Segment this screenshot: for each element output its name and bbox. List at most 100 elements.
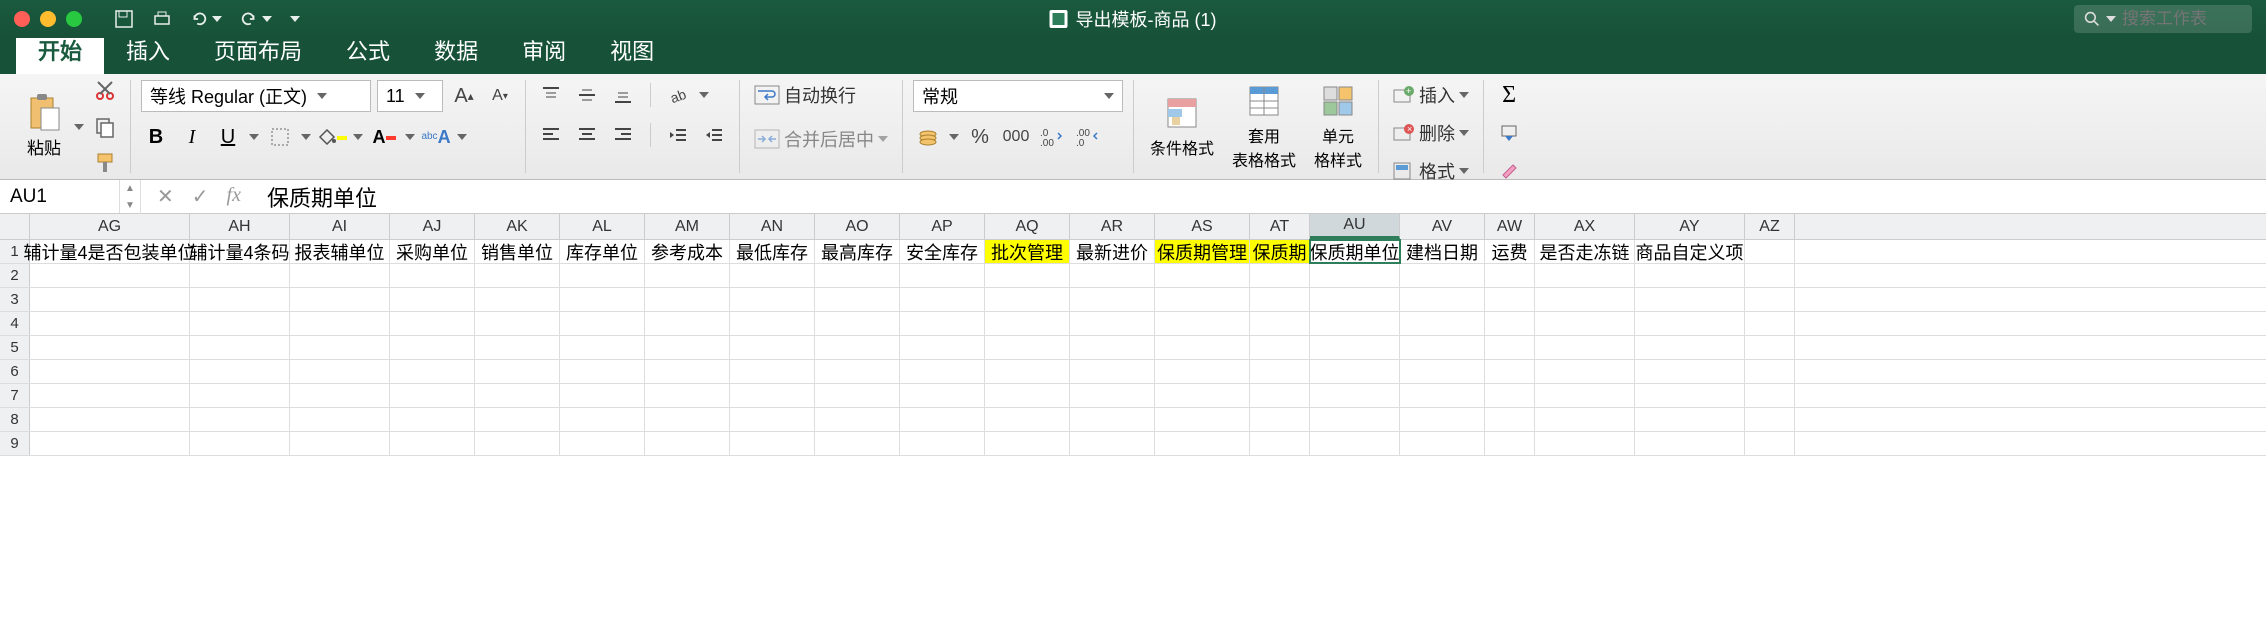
underline-dropdown-icon[interactable] bbox=[249, 134, 259, 140]
comma-icon[interactable]: 000 bbox=[1001, 122, 1031, 152]
merge-center-button[interactable]: 合并后居中 bbox=[750, 124, 892, 154]
currency-dropdown-icon[interactable] bbox=[949, 134, 959, 140]
cell[interactable] bbox=[985, 384, 1070, 407]
cell[interactable]: 运费 bbox=[1485, 240, 1535, 263]
cell[interactable] bbox=[290, 312, 390, 335]
cell[interactable] bbox=[1485, 288, 1535, 311]
cell[interactable] bbox=[1155, 432, 1250, 455]
cell[interactable] bbox=[985, 432, 1070, 455]
cell[interactable] bbox=[985, 288, 1070, 311]
cell[interactable] bbox=[1400, 336, 1485, 359]
column-header-AO[interactable]: AO bbox=[815, 214, 900, 239]
cell[interactable] bbox=[1535, 432, 1635, 455]
borders-button[interactable] bbox=[265, 122, 295, 152]
search-box[interactable] bbox=[2074, 5, 2252, 33]
cell[interactable] bbox=[560, 360, 645, 383]
table-format-button[interactable]: 套用 表格格式 bbox=[1226, 81, 1302, 173]
cell[interactable] bbox=[985, 336, 1070, 359]
cell[interactable] bbox=[475, 408, 560, 431]
row-header[interactable]: 4 bbox=[0, 312, 30, 335]
cell[interactable] bbox=[900, 360, 985, 383]
borders-dropdown-icon[interactable] bbox=[301, 134, 311, 140]
search-input[interactable] bbox=[2122, 9, 2242, 29]
phonetic-dropdown-icon[interactable] bbox=[457, 134, 467, 140]
cell[interactable]: 采购单位 bbox=[390, 240, 475, 263]
cell[interactable] bbox=[645, 360, 730, 383]
cell[interactable] bbox=[190, 336, 290, 359]
cell[interactable] bbox=[900, 432, 985, 455]
paste-dropdown-icon[interactable] bbox=[74, 124, 84, 130]
phonetic-button[interactable]: abcA bbox=[421, 122, 451, 152]
column-header-AM[interactable]: AM bbox=[645, 214, 730, 239]
cut-icon[interactable] bbox=[90, 76, 120, 106]
align-middle-icon[interactable] bbox=[572, 80, 602, 110]
column-header-AR[interactable]: AR bbox=[1070, 214, 1155, 239]
cell[interactable] bbox=[815, 432, 900, 455]
cell[interactable] bbox=[645, 408, 730, 431]
cell[interactable] bbox=[290, 408, 390, 431]
cell[interactable] bbox=[1310, 288, 1400, 311]
cell[interactable] bbox=[30, 360, 190, 383]
column-header-AI[interactable]: AI bbox=[290, 214, 390, 239]
column-header-AL[interactable]: AL bbox=[560, 214, 645, 239]
cell[interactable] bbox=[390, 408, 475, 431]
cell[interactable] bbox=[1250, 384, 1310, 407]
cell[interactable] bbox=[815, 336, 900, 359]
cell[interactable] bbox=[1400, 384, 1485, 407]
cell[interactable] bbox=[560, 288, 645, 311]
bold-button[interactable]: B bbox=[141, 122, 171, 152]
cell[interactable] bbox=[1400, 312, 1485, 335]
cell[interactable] bbox=[1400, 288, 1485, 311]
row-header[interactable]: 6 bbox=[0, 360, 30, 383]
column-header-AZ[interactable]: AZ bbox=[1745, 214, 1795, 239]
cell[interactable]: 最高库存 bbox=[815, 240, 900, 263]
cell[interactable] bbox=[560, 408, 645, 431]
column-header-AN[interactable]: AN bbox=[730, 214, 815, 239]
fill-color-button[interactable] bbox=[317, 122, 347, 152]
cell[interactable]: 保质期 bbox=[1250, 240, 1310, 263]
cell[interactable] bbox=[1745, 384, 1795, 407]
close-window-icon[interactable] bbox=[14, 11, 30, 27]
cell[interactable] bbox=[1745, 288, 1795, 311]
align-center-icon[interactable] bbox=[572, 120, 602, 150]
italic-button[interactable]: I bbox=[177, 122, 207, 152]
cell[interactable] bbox=[1155, 360, 1250, 383]
cell[interactable] bbox=[1250, 408, 1310, 431]
cell[interactable] bbox=[1485, 408, 1535, 431]
cell[interactable] bbox=[390, 360, 475, 383]
cell[interactable] bbox=[645, 384, 730, 407]
save-icon[interactable] bbox=[114, 9, 134, 29]
cell[interactable] bbox=[1400, 264, 1485, 287]
decrease-font-icon[interactable]: A▾ bbox=[485, 81, 515, 111]
cell[interactable] bbox=[900, 312, 985, 335]
maximize-window-icon[interactable] bbox=[66, 11, 82, 27]
cell[interactable] bbox=[1310, 360, 1400, 383]
orientation-dropdown-icon[interactable] bbox=[699, 92, 709, 98]
cell[interactable] bbox=[1250, 264, 1310, 287]
align-bottom-icon[interactable] bbox=[608, 80, 638, 110]
cell[interactable] bbox=[985, 264, 1070, 287]
cell[interactable]: 报表辅单位 bbox=[290, 240, 390, 263]
cell[interactable] bbox=[1070, 264, 1155, 287]
cell[interactable] bbox=[1535, 312, 1635, 335]
cell[interactable] bbox=[1535, 408, 1635, 431]
underline-button[interactable]: U bbox=[213, 122, 243, 152]
cell[interactable] bbox=[1250, 288, 1310, 311]
cell[interactable] bbox=[1400, 360, 1485, 383]
cell[interactable]: 保质期管理 bbox=[1155, 240, 1250, 263]
cell[interactable] bbox=[1310, 408, 1400, 431]
cell[interactable]: 批次管理 bbox=[985, 240, 1070, 263]
cell[interactable] bbox=[30, 336, 190, 359]
column-header-AX[interactable]: AX bbox=[1535, 214, 1635, 239]
cell[interactable]: 建档日期 bbox=[1400, 240, 1485, 263]
cell[interactable] bbox=[730, 312, 815, 335]
column-header-AQ[interactable]: AQ bbox=[985, 214, 1070, 239]
cell[interactable] bbox=[1400, 432, 1485, 455]
cell[interactable] bbox=[1635, 312, 1745, 335]
cell[interactable] bbox=[475, 384, 560, 407]
cell[interactable] bbox=[1310, 264, 1400, 287]
cell[interactable] bbox=[290, 432, 390, 455]
cell[interactable] bbox=[1635, 336, 1745, 359]
cell[interactable] bbox=[815, 384, 900, 407]
name-box-up-icon[interactable]: ▲ bbox=[120, 180, 140, 197]
